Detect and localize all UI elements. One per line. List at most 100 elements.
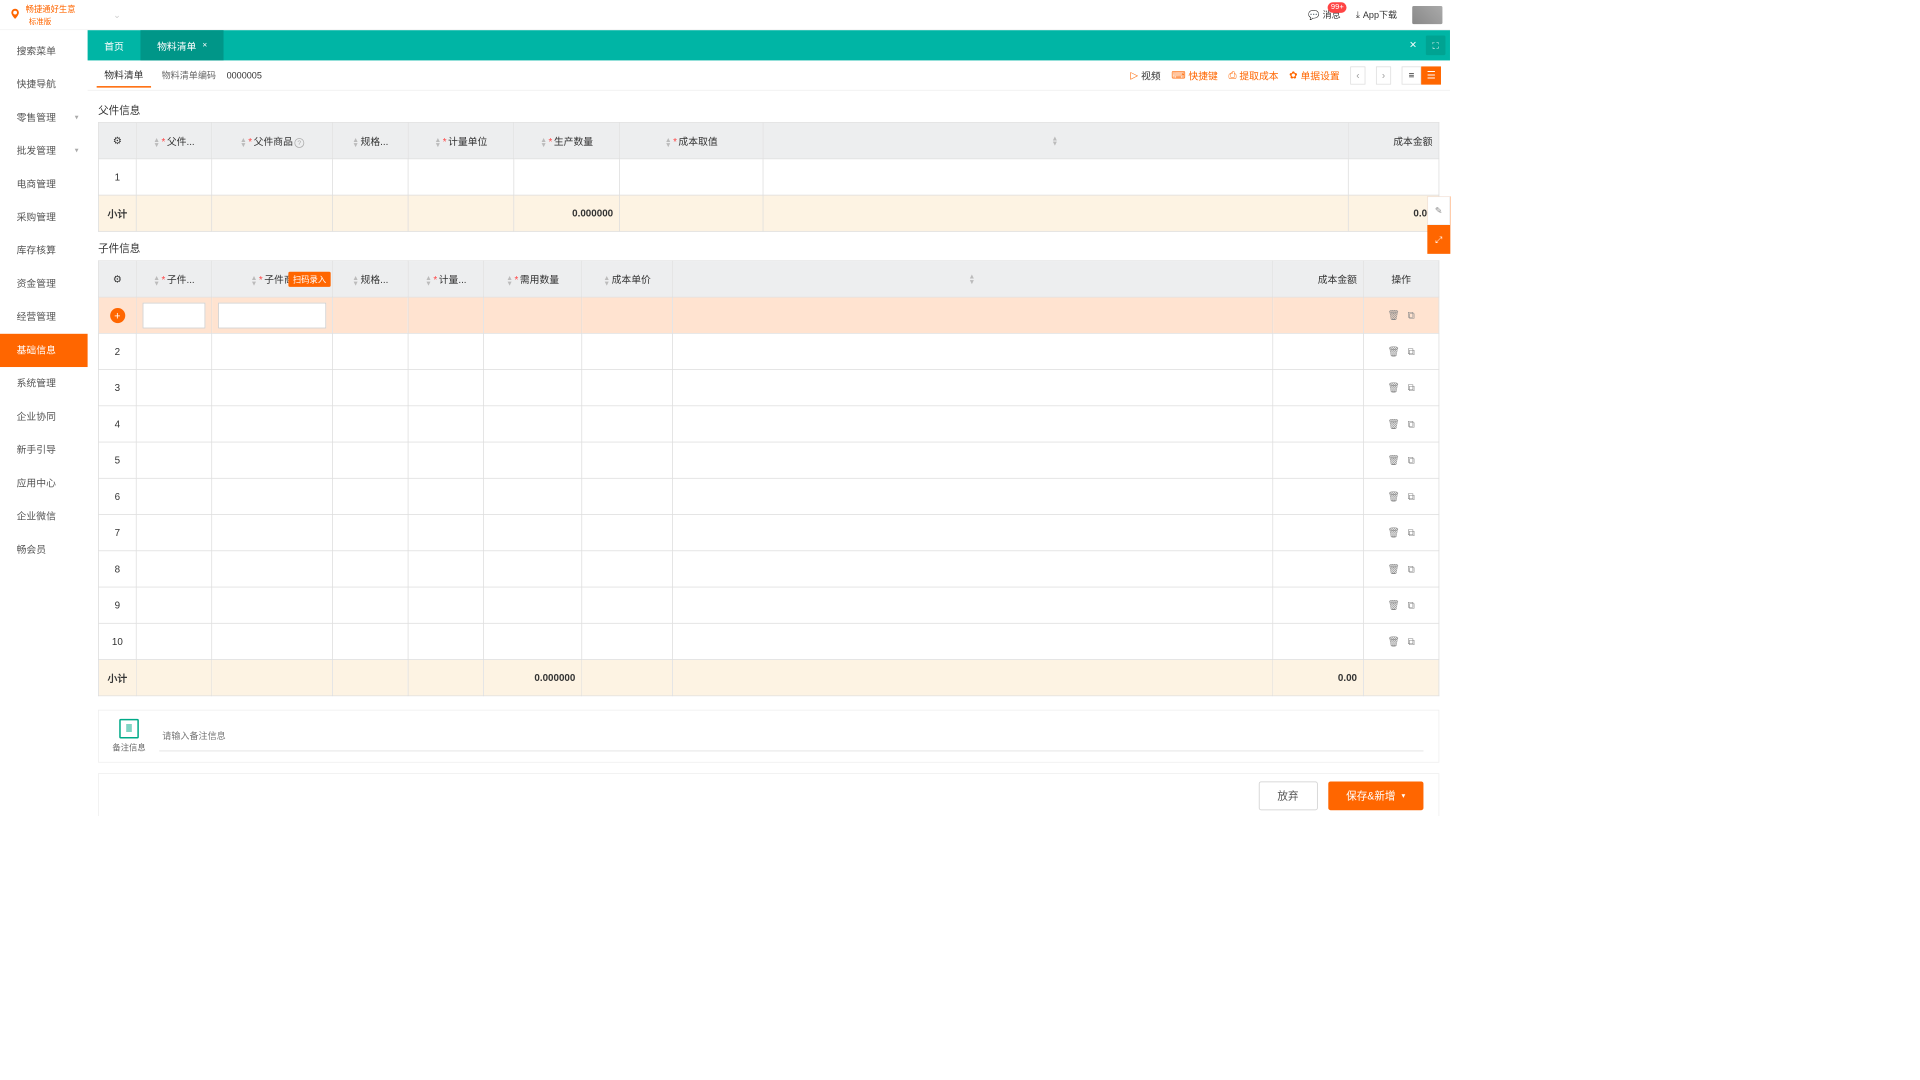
add-row-button[interactable]: + — [99, 297, 137, 333]
gear-icon[interactable]: ⚙ — [99, 261, 137, 297]
copy-icon[interactable]: ⧉ — [1408, 491, 1415, 503]
child-row[interactable]: + 🗑 ⧉ — [99, 297, 1439, 333]
col-child-price[interactable]: ▲▼成本单价 — [582, 261, 673, 297]
copy-icon[interactable]: ⧉ — [1408, 309, 1415, 321]
child-name-input[interactable] — [218, 302, 326, 328]
prev-button[interactable]: ‹ — [1350, 66, 1365, 84]
child-row[interactable]: 10🗑⧉ — [99, 623, 1439, 659]
view-list-button[interactable]: ≡ — [1402, 66, 1422, 84]
gear-icon[interactable]: ⚙ — [99, 123, 137, 159]
sidebar-item[interactable]: 系统管理 — [0, 367, 88, 400]
sidebar-item[interactable]: 基础信息 — [0, 334, 88, 367]
col-child-name[interactable]: ▲▼*子件商扫码录入 — [212, 261, 333, 297]
view-form-button[interactable]: ☰ — [1421, 66, 1441, 84]
col-child-spec[interactable]: ▲▼规格... — [333, 261, 409, 297]
video-link[interactable]: ▷视频 — [1130, 68, 1160, 82]
delete-icon[interactable]: 🗑 — [1388, 636, 1400, 648]
child-row[interactable]: 2🗑⧉ — [99, 333, 1439, 369]
col-child-code[interactable]: ▲▼*子件... — [136, 261, 212, 297]
delete-icon[interactable]: 🗑 — [1388, 382, 1400, 394]
parent-amount-total: 0.00 — [1348, 195, 1439, 231]
child-row[interactable]: 3 🗑 ⧉ — [99, 370, 1439, 406]
col-child-qty[interactable]: ▲▼*需用数量 — [484, 261, 582, 297]
copy-icon[interactable]: ⧉ — [1408, 418, 1415, 430]
child-row[interactable]: 8 🗑 ⧉ — [99, 551, 1439, 587]
next-button[interactable]: › — [1376, 66, 1391, 84]
sidebar-item[interactable]: 快捷导航 — [0, 68, 88, 101]
delete-icon[interactable]: 🗑 — [1388, 563, 1400, 575]
child-row[interactable]: 7🗑⧉ — [99, 515, 1439, 551]
sidebar-item[interactable]: 库存核算 — [0, 234, 88, 267]
copy-icon[interactable]: ⧉ — [1408, 599, 1415, 611]
copy-icon[interactable]: ⧉ — [1408, 527, 1415, 539]
delete-icon[interactable]: 🗑 — [1388, 418, 1400, 430]
remark-input[interactable] — [159, 721, 1423, 751]
avatar[interactable] — [1412, 6, 1442, 24]
fullscreen-button[interactable]: ⛶ — [1426, 35, 1446, 55]
sidebar-item[interactable]: 采购管理 — [0, 201, 88, 234]
sidebar-item[interactable]: 批发管理▾ — [0, 134, 88, 167]
copy-icon[interactable]: ⧉ — [1408, 636, 1415, 648]
delete-icon[interactable]: 🗑 — [1388, 454, 1400, 466]
col-child-amount[interactable]: 成本金额 — [1273, 261, 1364, 297]
gear-icon: ✿ — [1289, 69, 1297, 81]
sidebar-item[interactable]: 新手引导 — [0, 433, 88, 466]
delete-icon[interactable]: 🗑 — [1388, 309, 1400, 321]
child-row[interactable]: 6🗑⧉ — [99, 478, 1439, 514]
copy-icon[interactable]: ⧉ — [1408, 382, 1415, 394]
cancel-button[interactable]: 放弃 — [1259, 782, 1318, 811]
col-parent-qty[interactable]: ▲▼*生产数量 — [514, 123, 620, 159]
tabbar: 首页 物料清单 × × ⛶ — [88, 30, 1450, 60]
child-row[interactable]: 5🗑⧉ — [99, 442, 1439, 478]
col-parent-spec[interactable]: ▲▼规格... — [333, 123, 409, 159]
code-value: 0000005 — [227, 70, 262, 81]
sidebar-item[interactable]: 经营管理 — [0, 301, 88, 334]
app-download-label: App下载 — [1363, 8, 1397, 21]
parent-row[interactable]: 1 — [99, 159, 1439, 195]
sidebar-item[interactable]: 搜索菜单 — [0, 35, 88, 68]
child-row[interactable]: 4🗑⧉ — [99, 406, 1439, 442]
chevron-down-icon: ⌄ — [113, 9, 121, 20]
child-row[interactable]: 9🗑⧉ — [99, 587, 1439, 623]
subtab-bom[interactable]: 物料清单 — [97, 63, 151, 88]
copy-icon[interactable]: ⧉ — [1408, 346, 1415, 358]
sidebar-item[interactable]: 企业微信 — [0, 500, 88, 533]
tab-close-all[interactable]: × — [1403, 35, 1423, 55]
expand-float-button[interactable]: ⤢ — [1427, 225, 1450, 254]
row-index: 8 — [99, 551, 137, 587]
delete-icon[interactable]: 🗑 — [1388, 599, 1400, 611]
save-new-button[interactable]: 保存&新增▾ — [1328, 782, 1423, 811]
copy-icon[interactable]: ⧉ — [1408, 563, 1415, 575]
delete-icon[interactable]: 🗑 — [1388, 527, 1400, 539]
sidebar-item[interactable]: 畅会员 — [0, 533, 88, 566]
col-parent-unit[interactable]: ▲▼*计量单位 — [408, 123, 514, 159]
close-icon[interactable]: × — [202, 41, 207, 50]
edit-float-button[interactable]: ✎ — [1427, 196, 1450, 225]
sidebar-item[interactable]: 电商管理 — [0, 168, 88, 201]
tab-home[interactable]: 首页 — [88, 30, 141, 60]
scan-input-button[interactable]: 扫码录入 — [288, 271, 330, 286]
help-icon[interactable]: ? — [295, 138, 305, 148]
col-child-unit[interactable]: ▲▼*计量... — [408, 261, 484, 297]
company-selector[interactable]: ⌄ — [98, 9, 121, 20]
child-code-input[interactable] — [143, 302, 206, 328]
copy-icon[interactable]: ⧉ — [1408, 454, 1415, 466]
app-download-button[interactable]: ⤓ App下载 — [1356, 8, 1397, 21]
doc-setting-link[interactable]: ✿单据设置 — [1289, 68, 1340, 82]
remark-bar: ≣ 备注信息 — [98, 710, 1439, 763]
shortcut-link[interactable]: ⌨快捷键 — [1171, 68, 1218, 82]
messages-button[interactable]: 💬 消息 99+ — [1308, 8, 1340, 21]
tab-bom[interactable]: 物料清单 × — [140, 30, 223, 60]
col-parent-costsrc[interactable]: ▲▼*成本取值 — [620, 123, 763, 159]
col-parent-code[interactable]: ▲▼*父件... — [136, 123, 212, 159]
extract-cost-link[interactable]: ⎙提取成本 — [1228, 68, 1278, 82]
sidebar-item[interactable]: 资金管理 — [0, 267, 88, 300]
sidebar-item[interactable]: 零售管理▾ — [0, 101, 88, 134]
delete-icon[interactable]: 🗑 — [1388, 491, 1400, 503]
row-index: 3 — [99, 370, 137, 406]
delete-icon[interactable]: 🗑 — [1388, 346, 1400, 358]
col-parent-name[interactable]: ▲▼*父件商品? — [212, 123, 333, 159]
sidebar-item[interactable]: 企业协同 — [0, 400, 88, 433]
sidebar-item[interactable]: 应用中心 — [0, 467, 88, 500]
col-parent-amount[interactable]: 成本金额 — [1348, 123, 1439, 159]
